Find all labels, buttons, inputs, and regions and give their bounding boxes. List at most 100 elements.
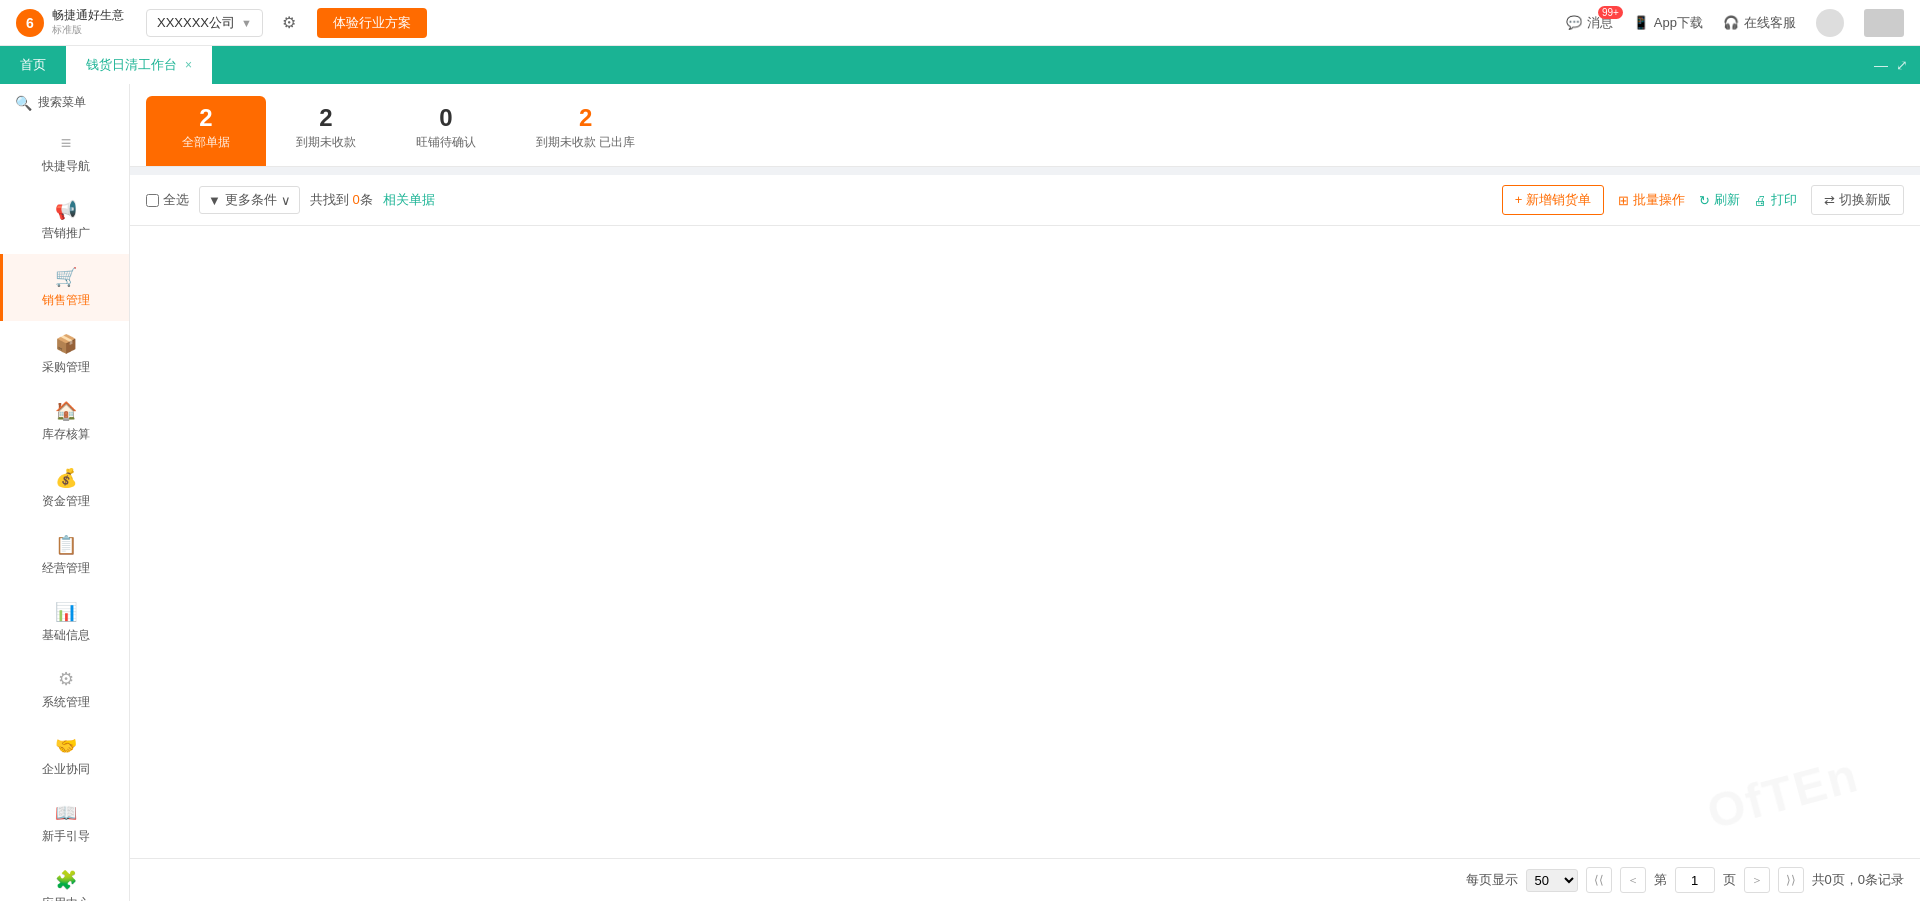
content-area: 2 全部单据 2 到期未收款 0 旺铺待确认 2 到期未收款 已出库 全选 xyxy=(130,84,1920,901)
related-records-link[interactable]: 相关单据 xyxy=(383,191,435,209)
refresh-icon: ↻ xyxy=(1699,193,1710,208)
found-text: 共找到 0条 xyxy=(310,191,373,209)
select-all-checkbox[interactable]: 全选 xyxy=(146,191,189,209)
batch-operation-button[interactable]: ⊞ 批量操作 xyxy=(1618,191,1685,209)
switch-label: 切换新版 xyxy=(1839,191,1891,209)
company-selector[interactable]: XXXXXX公司 ▼ xyxy=(146,9,263,37)
avatar2[interactable] xyxy=(1864,9,1904,37)
sidebar-item-label: 营销推广 xyxy=(42,225,90,242)
enterprise-icon: 🤝 xyxy=(55,735,77,757)
logo-text: 畅捷通好生意 标准版 xyxy=(52,8,124,38)
marketing-icon: 📢 xyxy=(55,199,77,221)
filter-arrow-icon: ∨ xyxy=(281,193,291,208)
inventory-icon: 🏠 xyxy=(55,400,77,422)
sidebar-item-label: 经营管理 xyxy=(42,560,90,577)
sidebar-item-inventory[interactable]: 🏠 库存核算 xyxy=(0,388,129,455)
stat-num-pending: 0 xyxy=(416,104,476,132)
trial-button[interactable]: 体验行业方案 xyxy=(317,8,427,38)
print-button[interactable]: 🖨 打印 xyxy=(1754,191,1797,209)
search-icon: 🔍 xyxy=(15,95,32,111)
sidebar-item-marketing[interactable]: 📢 营销推广 xyxy=(0,187,129,254)
top-header: 6 畅捷通好生意 标准版 XXXXXX公司 ▼ ⚙ 体验行业方案 💬 消息 99… xyxy=(0,0,1920,46)
message-button[interactable]: 💬 消息 99+ xyxy=(1566,14,1613,32)
per-page-label: 每页显示 xyxy=(1466,871,1518,889)
switch-version-button[interactable]: ⇄ 切换新版 xyxy=(1811,185,1904,215)
filter-icon: ▼ xyxy=(208,193,221,208)
total-records-label: 共0页，0条记录 xyxy=(1812,871,1904,889)
sidebar-item-label: 资金管理 xyxy=(42,493,90,510)
sidebar-item-sales[interactable]: 🛒 销售管理 xyxy=(0,254,129,321)
company-arrow-icon: ▼ xyxy=(241,17,252,29)
stat-num-overdue: 2 xyxy=(296,104,356,132)
filter-button[interactable]: ▼ 更多条件 ∨ xyxy=(199,186,300,214)
last-page-button[interactable]: ⟩⟩ xyxy=(1778,867,1804,893)
stat-label-pending: 旺铺待确认 xyxy=(416,134,476,151)
sidebar-item-system[interactable]: ⚙ 系统管理 xyxy=(0,656,129,723)
stat-card-overdue[interactable]: 2 到期未收款 xyxy=(266,96,386,166)
prev-page-button[interactable]: ＜ xyxy=(1620,867,1646,893)
stat-card-all[interactable]: 2 全部单据 xyxy=(146,96,266,166)
table-area xyxy=(130,226,1920,858)
stat-card-shipped[interactable]: 2 到期未收款 已出库 xyxy=(506,96,665,166)
tab-close-icon[interactable]: × xyxy=(185,58,192,72)
refresh-label: 刷新 xyxy=(1714,191,1740,209)
page-number-input[interactable] xyxy=(1675,867,1715,893)
sidebar-item-label: 企业协同 xyxy=(42,761,90,778)
sidebar-item-apps[interactable]: 🧩 应用中心 xyxy=(0,857,129,901)
sidebar-item-guide[interactable]: 📖 新手引导 xyxy=(0,790,129,857)
tab-home-label: 首页 xyxy=(20,56,46,74)
download-icon: 📱 xyxy=(1633,15,1649,30)
sidebar-item-operations[interactable]: 📋 经营管理 xyxy=(0,522,129,589)
stat-label-shipped: 到期未收款 已出库 xyxy=(536,134,635,151)
tab-workbench[interactable]: 钱货日清工作台 × xyxy=(66,46,212,84)
checkbox-input[interactable] xyxy=(146,194,159,207)
search-menu-label: 搜索菜单 xyxy=(38,94,86,111)
sidebar-item-label: 采购管理 xyxy=(42,359,90,376)
apps-icon: 🧩 xyxy=(55,869,77,891)
window-minimize-icon[interactable]: — xyxy=(1874,57,1888,73)
stats-row: 2 全部单据 2 到期未收款 0 旺铺待确认 2 到期未收款 已出库 xyxy=(130,84,1920,167)
per-page-select[interactable]: 50 10 20 100 xyxy=(1526,869,1578,892)
select-all-label: 全选 xyxy=(163,191,189,209)
filter-label: 更多条件 xyxy=(225,191,277,209)
batch-label: 批量操作 xyxy=(1633,191,1685,209)
window-maximize-icon[interactable]: ⤢ xyxy=(1896,57,1908,73)
switch-icon: ⇄ xyxy=(1824,193,1835,208)
sidebar-item-label: 基础信息 xyxy=(42,627,90,644)
refresh-button[interactable]: ↻ 刷新 xyxy=(1699,191,1740,209)
stat-num-all: 2 xyxy=(176,104,236,132)
toolbar: 全选 ▼ 更多条件 ∨ 共找到 0条 相关单据 + 新增销货单 ⊞ 批量操作 xyxy=(130,175,1920,226)
sidebar-item-label: 新手引导 xyxy=(42,828,90,845)
sidebar-item-quick-nav[interactable]: ≡ 快捷导航 xyxy=(0,121,129,187)
sidebar-item-label: 应用中心 xyxy=(42,895,90,901)
basics-icon: 📊 xyxy=(55,601,77,623)
stat-label-all: 全部单据 xyxy=(176,134,236,151)
sidebar-item-finance[interactable]: 💰 资金管理 xyxy=(0,455,129,522)
settings-button[interactable]: ⚙ xyxy=(273,7,305,39)
stat-card-pending[interactable]: 0 旺铺待确认 xyxy=(386,96,506,166)
first-page-button[interactable]: ⟨⟨ xyxy=(1586,867,1612,893)
sidebar-item-label: 快捷导航 xyxy=(42,158,90,175)
purchase-icon: 📦 xyxy=(55,333,77,355)
tab-home[interactable]: 首页 xyxy=(0,46,66,84)
stat-num-shipped: 2 xyxy=(536,104,635,132)
add-sale-button[interactable]: + 新增销货单 xyxy=(1502,185,1604,215)
next-page-button[interactable]: ＞ xyxy=(1744,867,1770,893)
sidebar-item-basics[interactable]: 📊 基础信息 xyxy=(0,589,129,656)
main-layout: 🔍 搜索菜单 ≡ 快捷导航 📢 营销推广 🛒 销售管理 📦 采购管理 🏠 库存核… xyxy=(0,84,1920,901)
finance-icon: 💰 xyxy=(55,467,77,489)
avatar[interactable] xyxy=(1816,9,1844,37)
system-icon: ⚙ xyxy=(58,668,74,690)
quick-nav-icon: ≡ xyxy=(61,133,72,154)
sidebar-item-enterprise[interactable]: 🤝 企业协同 xyxy=(0,723,129,790)
company-name: XXXXXX公司 xyxy=(157,14,235,32)
online-service-button[interactable]: 🎧 在线客服 xyxy=(1723,14,1796,32)
sidebar-item-purchase[interactable]: 📦 采购管理 xyxy=(0,321,129,388)
search-menu-item[interactable]: 🔍 搜索菜单 xyxy=(0,84,129,121)
logo-area: 6 畅捷通好生意 标准版 xyxy=(16,8,146,38)
app-download-button[interactable]: 📱 App下载 xyxy=(1633,14,1703,32)
sidebar-item-label: 销售管理 xyxy=(42,292,90,309)
operations-icon: 📋 xyxy=(55,534,77,556)
message-icon: 💬 xyxy=(1566,15,1582,30)
online-service-label: 在线客服 xyxy=(1744,14,1796,32)
